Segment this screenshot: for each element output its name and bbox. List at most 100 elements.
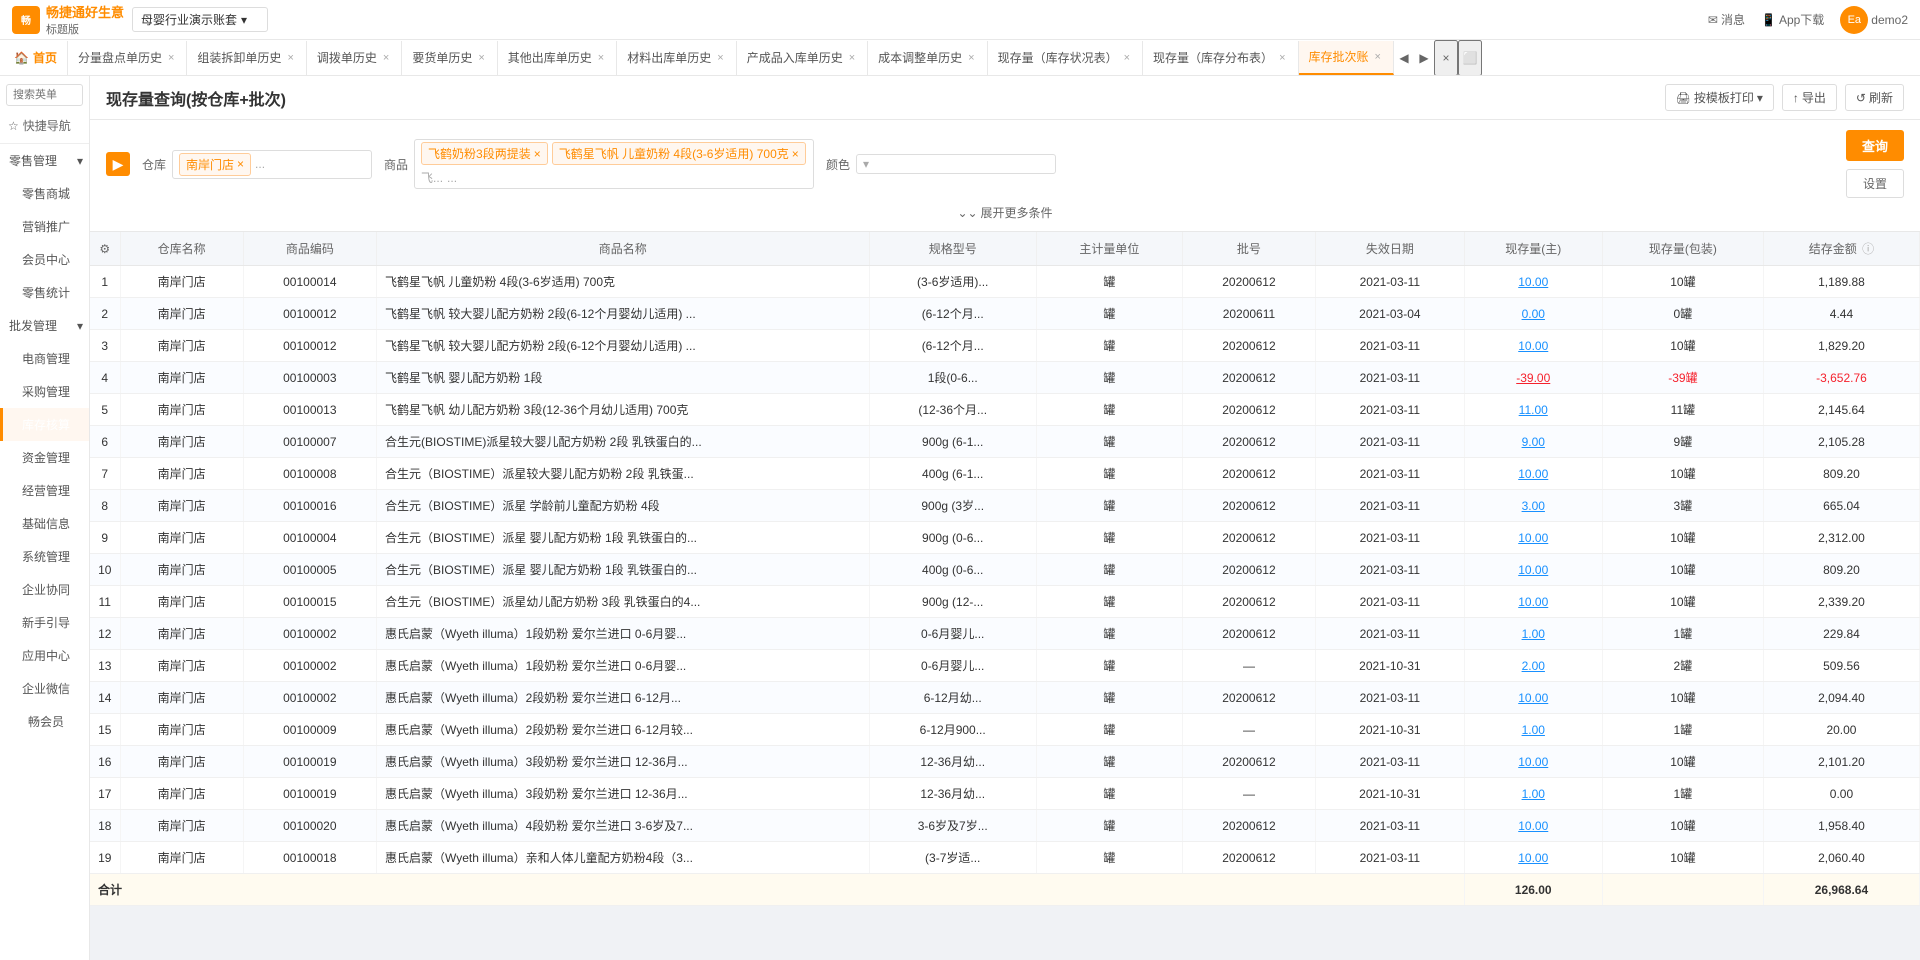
export-btn[interactable]: ↑ 导出 [1782,84,1837,111]
tab-10[interactable]: 现存量（库存分布表） × [1143,41,1298,75]
row-qty-main[interactable]: 0.00 [1464,298,1602,330]
tab-close-9[interactable]: × [1122,51,1132,65]
warehouse-more-btn[interactable]: ... [255,157,265,171]
row-qty-main[interactable]: 10.00 [1464,810,1602,842]
tab-prev-btn[interactable]: ◀ [1394,40,1414,76]
product-more-btn[interactable]: 飞... [421,169,443,186]
tab-maximize-btn[interactable]: ⬜ [1458,40,1482,76]
row-qty-main[interactable]: 1.00 [1464,618,1602,650]
row-batch: 20200612 [1182,554,1315,586]
refresh-btn[interactable]: ↺ 刷新 [1845,84,1904,111]
tab-close-5[interactable]: × [596,51,606,65]
sidebar-item-retail-shop[interactable]: 零售商城 [0,177,89,210]
search-input[interactable] [6,84,83,106]
product-tag-more-btn[interactable]: ... [447,171,457,185]
sidebar-item-guide[interactable]: 新手引导 [0,606,89,639]
sidebar-item-ecommerce[interactable]: 电商管理 [0,342,89,375]
row-no: 4 [90,362,120,394]
tab-8[interactable]: 成本调整单历史 × [868,41,987,75]
row-qty-main[interactable]: 3.00 [1464,490,1602,522]
col-qty-main: 现存量(主) [1464,232,1602,266]
row-name: 惠氏启蒙（Wyeth illuma）2段奶粉 爱尔兰进口 6-12月较... [377,714,870,746]
tab-9[interactable]: 现存量（库存状况表） × [988,41,1143,75]
tab-close-7[interactable]: × [847,51,857,65]
row-qty-main[interactable]: 10.00 [1464,266,1602,298]
setting-btn[interactable]: 设置 [1846,169,1904,198]
warehouse-tag-close[interactable]: × [237,157,244,171]
tab-4[interactable]: 要货单历史 × [402,41,497,75]
sidebar-item-inventory[interactable]: 库存核算 [0,408,89,441]
tab-close-2[interactable]: × [285,51,295,65]
row-qty-main[interactable]: 2.00 [1464,650,1602,682]
col-settings[interactable]: ⚙ [90,232,120,266]
tab-3[interactable]: 调拨单历史 × [307,41,402,75]
product-tag-0-close[interactable]: × [534,147,541,161]
product-tag-1-close[interactable]: × [792,147,799,161]
tab-close-4[interactable]: × [476,51,486,65]
tab-close-10[interactable]: × [1277,51,1287,65]
tab-6[interactable]: 材料出库单历史 × [617,41,736,75]
sidebar-item-member2[interactable]: 畅会员 [0,705,89,738]
filter-expand-arrow[interactable]: ▶ [106,152,130,176]
row-qty-main[interactable]: 9.00 [1464,426,1602,458]
tab-close-3[interactable]: × [381,51,391,65]
sidebar-item-purchase[interactable]: 采购管理 [0,375,89,408]
sidebar-item-marketing[interactable]: 营销推广 [0,210,89,243]
tab-next-btn[interactable]: ▶ [1414,40,1434,76]
expand-more-btn[interactable]: ⌄⌄ 展开更多条件 [957,204,1052,221]
table-row: 11 南岸门店 00100015 合生元（BIOSTIME）派星幼儿配方奶粉 3… [90,586,1920,618]
tab-close-all-btn[interactable]: × [1434,40,1458,76]
tab-11[interactable]: 库存批次账 × [1299,41,1394,75]
row-qty-main[interactable]: -39.00 [1464,362,1602,394]
sidebar-item-wechat[interactable]: 企业微信 [0,672,89,705]
row-code: 00100013 [243,394,376,426]
table-row: 5 南岸门店 00100013 飞鹤星飞帆 幼儿配方奶粉 3段(12-36个月幼… [90,394,1920,426]
color-tag-box[interactable]: ▾ [856,154,1056,174]
row-qty-main[interactable]: 10.00 [1464,554,1602,586]
sidebar-item-enterprise[interactable]: 企业协同 [0,573,89,606]
sidebar-item-member[interactable]: 会员中心 [0,243,89,276]
row-batch: 20200612 [1182,682,1315,714]
row-qty-main[interactable]: 10.00 [1464,682,1602,714]
sidebar-item-basic-info[interactable]: 基础信息 [0,507,89,540]
sidebar-item-wholesale[interactable]: 批发管理 ▾ [0,309,89,342]
sidebar-item-app-center[interactable]: 应用中心 [0,639,89,672]
quick-nav-item[interactable]: ☆ 快捷导航 [0,112,89,139]
row-qty-main[interactable]: 10.00 [1464,586,1602,618]
tab-close-8[interactable]: × [966,51,976,65]
query-btn[interactable]: 查询 [1846,130,1904,161]
sidebar-item-retail-mgmt[interactable]: 零售管理 ▾ [0,144,89,177]
user-avatar[interactable]: Ea demo2 [1840,6,1908,34]
row-qty-main[interactable]: 1.00 [1464,778,1602,810]
tab-7[interactable]: 产成品入库单历史 × [737,41,868,75]
row-unit: 罐 [1036,266,1182,298]
account-dropdown[interactable]: 母婴行业演示账套 ▾ [132,7,268,32]
tab-5[interactable]: 其他出库单历史 × [498,41,617,75]
sidebar-item-system[interactable]: 系统管理 [0,540,89,573]
tab-1[interactable]: 分量盘点单历史 × [68,41,187,75]
color-dropdown-icon[interactable]: ▾ [863,157,869,171]
row-qty-main[interactable]: 11.00 [1464,394,1602,426]
row-no: 8 [90,490,120,522]
product-tag-box[interactable]: 飞鹤奶粉3段两提装 × 飞鹤星飞帆 儿童奶粉 4段(3-6岁适用) 700克 ×… [414,139,814,189]
tab-close-6[interactable]: × [715,51,725,65]
amount-info-icon[interactable]: ⓘ [1862,242,1874,256]
table-row: 7 南岸门店 00100008 合生元（BIOSTIME）派星较大婴儿配方奶粉 … [90,458,1920,490]
row-qty-main[interactable]: 10.00 [1464,330,1602,362]
row-qty-main[interactable]: 1.00 [1464,714,1602,746]
row-qty-main[interactable]: 10.00 [1464,522,1602,554]
row-qty-main[interactable]: 10.00 [1464,842,1602,874]
sidebar-item-retail-stats[interactable]: 零售统计 [0,276,89,309]
tab-2[interactable]: 组装拆卸单历史 × [187,41,306,75]
app-download-btn[interactable]: 📱 App下载 [1761,11,1824,28]
warehouse-tag-box[interactable]: 南岸门店 × ... [172,150,372,179]
row-qty-main[interactable]: 10.00 [1464,458,1602,490]
tab-close-11[interactable]: × [1373,50,1383,64]
tab-home[interactable]: 🏠 首页 [4,41,68,75]
message-btn[interactable]: ✉ 消息 [1708,11,1745,28]
template-print-btn[interactable]: 🖨 按模板打印 ▾ [1665,84,1774,111]
tab-close-1[interactable]: × [166,51,176,65]
sidebar-item-finance[interactable]: 资金管理 [0,441,89,474]
sidebar-item-operations[interactable]: 经营管理 [0,474,89,507]
row-qty-main[interactable]: 10.00 [1464,746,1602,778]
